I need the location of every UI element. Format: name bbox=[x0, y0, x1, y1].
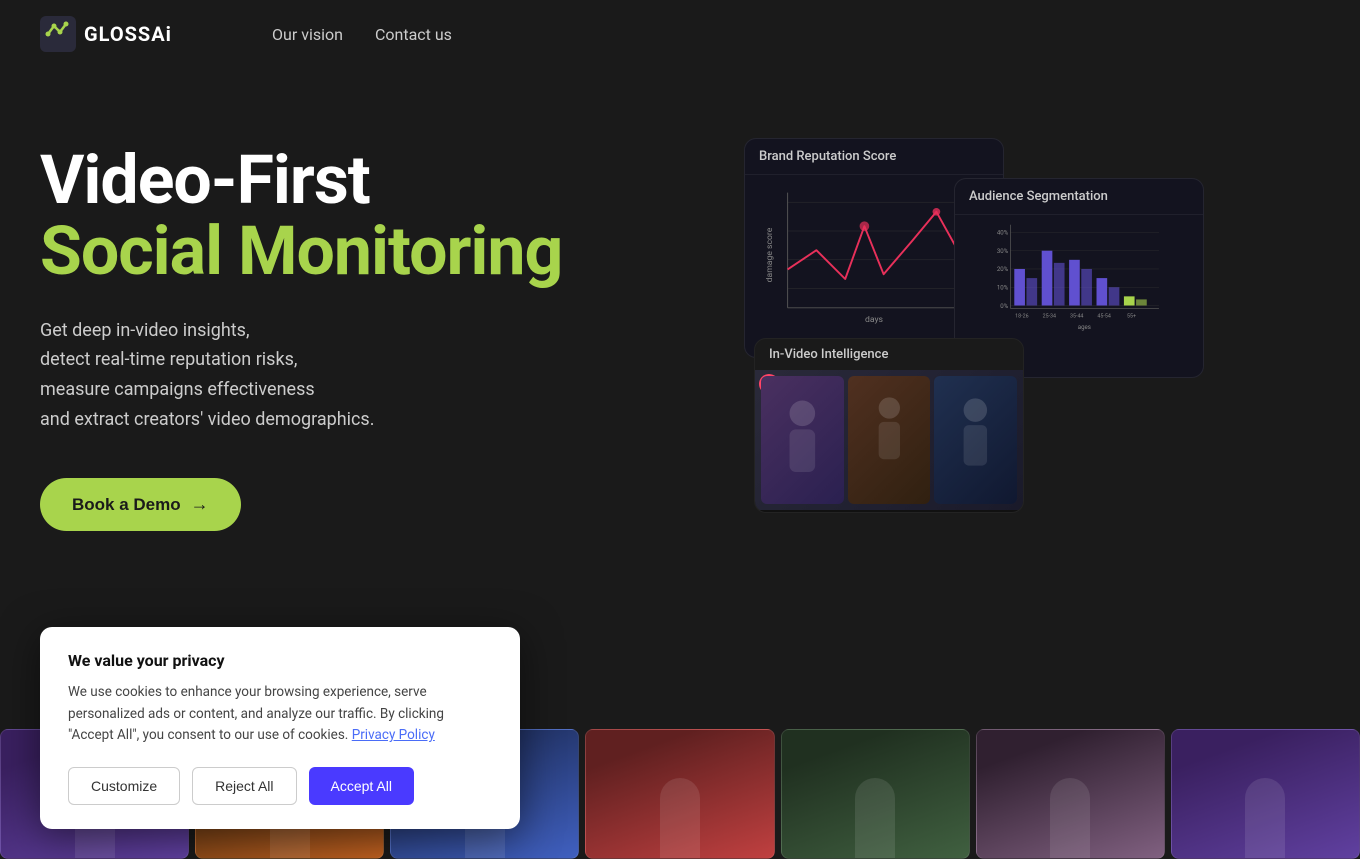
cookie-banner: We value your privacy We use cookies to … bbox=[40, 627, 520, 829]
svg-text:35-44: 35-44 bbox=[1070, 314, 1083, 320]
svg-text:30%: 30% bbox=[997, 248, 1009, 255]
svg-text:25-34: 25-34 bbox=[1043, 314, 1056, 320]
strip-thumb-6 bbox=[976, 729, 1165, 859]
svg-text:20%: 20% bbox=[997, 266, 1009, 273]
svg-text:55+: 55+ bbox=[1127, 314, 1136, 320]
svg-text:damage score: damage score bbox=[765, 227, 775, 282]
logo-icon bbox=[40, 16, 76, 52]
svg-text:45-54: 45-54 bbox=[1097, 314, 1110, 320]
nav-contact-us[interactable]: Contact us bbox=[375, 25, 452, 44]
video-thumb-1 bbox=[761, 376, 844, 504]
svg-text:0%: 0% bbox=[1000, 303, 1008, 310]
audience-card-title: Audience Segmentation bbox=[955, 179, 1203, 215]
strip-thumb-4 bbox=[585, 729, 774, 859]
in-video-intelligence-card: In-Video Intelligence ♥ ▦ ≡ bbox=[754, 338, 1024, 513]
customize-button[interactable]: Customize bbox=[68, 767, 180, 805]
svg-text:ages: ages bbox=[1078, 324, 1091, 331]
audience-chart: 40% 30% 20% 10% 0% bbox=[955, 215, 1203, 345]
video-thumbnails bbox=[755, 370, 1023, 510]
video-card-title: In-Video Intelligence bbox=[755, 339, 1023, 370]
video-card-body: ♥ ▦ ≡ bbox=[755, 370, 1023, 510]
navbar: GLOSSAi Our vision Contact us bbox=[0, 0, 1360, 68]
svg-text:18-26: 18-26 bbox=[1015, 314, 1028, 320]
svg-text:40%: 40% bbox=[997, 230, 1009, 237]
logo[interactable]: GLOSSAi bbox=[40, 16, 172, 52]
video-thumb-3 bbox=[934, 376, 1017, 504]
dashboard-visuals: Brand Reputation Score damage score days bbox=[744, 138, 1320, 518]
book-demo-label: Book a Demo bbox=[72, 495, 181, 515]
hero-cta: Book a Demo → bbox=[40, 478, 744, 531]
strip-thumb-5 bbox=[781, 729, 970, 859]
accept-all-button[interactable]: Accept All bbox=[309, 767, 414, 805]
hero-description: Get deep in-video insights, detect real-… bbox=[40, 316, 744, 435]
cookie-banner-title: We value your privacy bbox=[68, 651, 492, 670]
cookie-banner-body: We use cookies to enhance your browsing … bbox=[68, 682, 492, 747]
hero-title-line2: Social Monitoring bbox=[40, 216, 744, 287]
cookie-buttons: Customize Reject All Accept All bbox=[68, 767, 492, 805]
arrow-right-icon: → bbox=[191, 494, 209, 515]
book-demo-button[interactable]: Book a Demo → bbox=[40, 478, 241, 531]
video-thumb-2 bbox=[848, 376, 931, 504]
reject-all-button[interactable]: Reject All bbox=[192, 767, 296, 805]
svg-text:days: days bbox=[865, 315, 884, 325]
logo-text: GLOSSAi bbox=[84, 22, 172, 46]
hero-text: Video-First Social Monitoring Get deep i… bbox=[40, 125, 744, 532]
nav-our-vision[interactable]: Our vision bbox=[272, 25, 343, 44]
hero-title: Video-First Social Monitoring bbox=[40, 145, 744, 288]
privacy-policy-link[interactable]: Privacy Policy bbox=[352, 727, 435, 743]
hero-section: Video-First Social Monitoring Get deep i… bbox=[0, 68, 1360, 588]
svg-text:10%: 10% bbox=[997, 285, 1009, 292]
strip-thumb-7 bbox=[1171, 729, 1360, 859]
nav-links: Our vision Contact us bbox=[272, 25, 452, 44]
hero-title-line1: Video-First bbox=[40, 140, 370, 220]
brand-card-title: Brand Reputation Score bbox=[745, 139, 1003, 175]
